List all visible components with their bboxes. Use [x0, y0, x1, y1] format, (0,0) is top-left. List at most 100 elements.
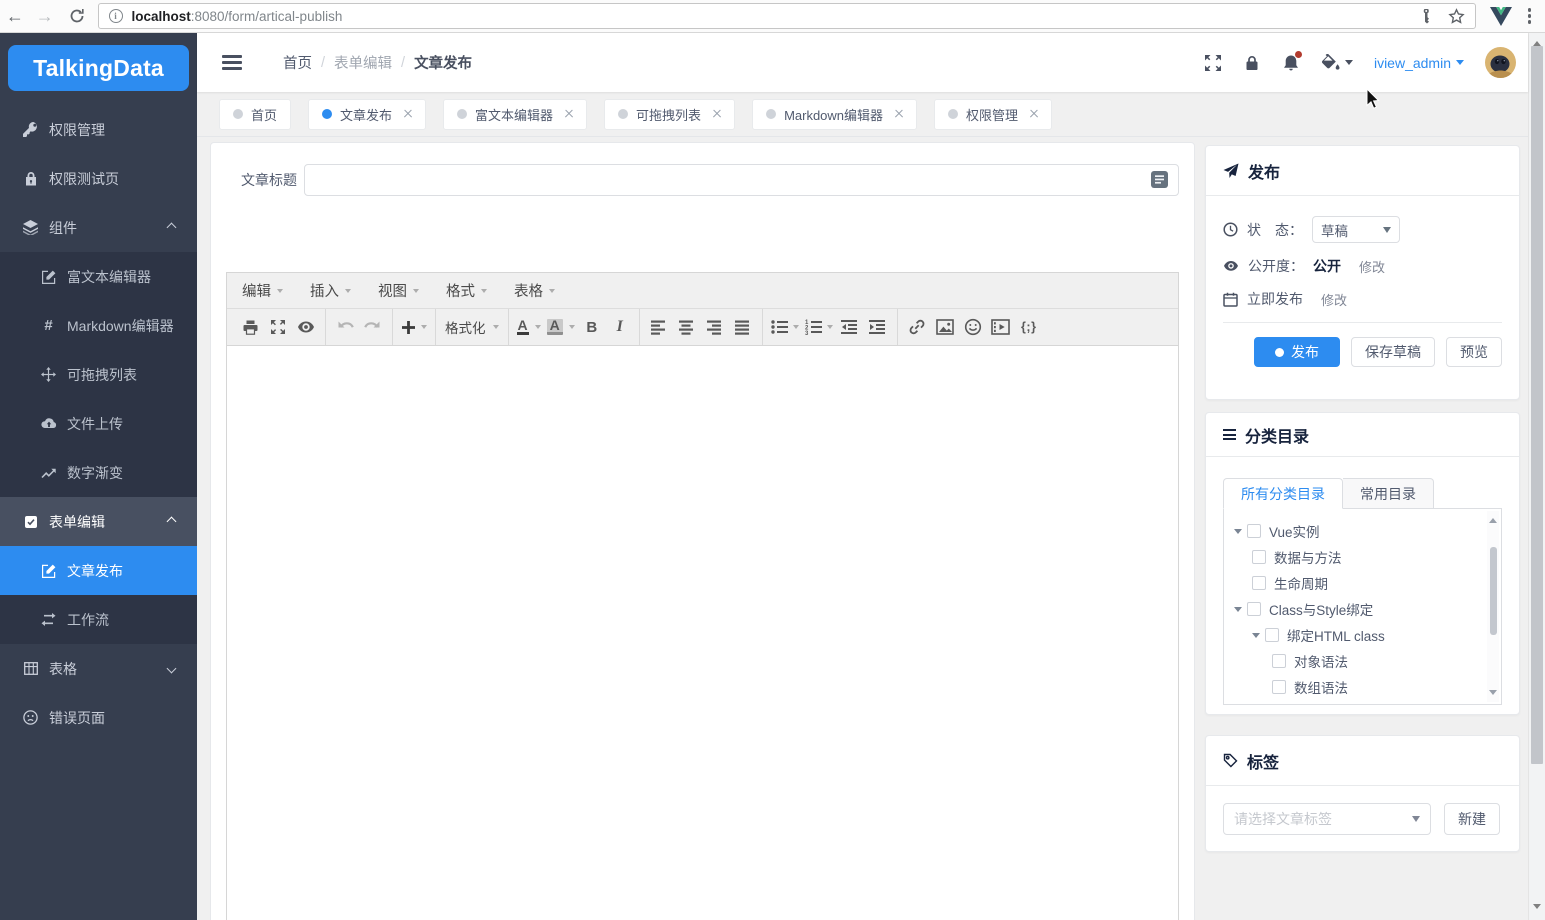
fullscreen-icon[interactable] [264, 314, 292, 341]
tab-rich-text-editor[interactable]: 富文本编辑器 [443, 98, 588, 130]
tree-checkbox[interactable] [1247, 602, 1261, 616]
editor-menu-insert[interactable]: 插入 [310, 280, 351, 301]
sidebar-item-number-gradient[interactable]: 数字渐变 [0, 448, 197, 497]
tree-checkbox[interactable] [1252, 550, 1266, 564]
user-menu[interactable]: iview_admin [1374, 55, 1464, 71]
print-icon[interactable] [236, 314, 264, 341]
editor-menu-edit[interactable]: 编辑 [242, 280, 283, 301]
tree-checkbox[interactable] [1272, 680, 1286, 694]
vue-devtools-icon[interactable] [1489, 6, 1512, 26]
sidebar-item-article-publish[interactable]: 文章发布 [0, 546, 197, 595]
tab-close-icon[interactable] [894, 110, 903, 119]
breadcrumb-home[interactable]: 首页 [283, 52, 312, 73]
outdent-icon[interactable] [836, 314, 864, 341]
tree-node-data-methods[interactable]: 数据与方法 [1234, 544, 1487, 570]
status-select[interactable]: 草稿 [1312, 216, 1400, 243]
browser-reload-icon[interactable] [60, 8, 94, 24]
password-key-icon[interactable] [1418, 8, 1434, 24]
image-icon[interactable] [931, 314, 959, 341]
tree-node-object-syntax[interactable]: 对象语法 [1234, 648, 1487, 674]
schedule-modify-link[interactable]: 修改 [1321, 290, 1347, 309]
avatar[interactable] [1485, 47, 1516, 78]
undo-icon[interactable] [331, 314, 359, 341]
scroll-down-icon[interactable] [1533, 904, 1541, 913]
app-logo[interactable]: TalkingData [8, 45, 189, 91]
numbered-list-icon[interactable]: 123 [802, 314, 836, 341]
new-tag-button[interactable]: 新建 [1444, 803, 1500, 835]
tree-expand-icon[interactable] [1252, 632, 1265, 638]
lock-icon[interactable] [1243, 54, 1261, 72]
tab-draggable-list[interactable]: 可拖拽列表 [604, 98, 736, 130]
sidebar-item-permission-test-page[interactable]: 权限测试页 [0, 154, 197, 203]
editor-content[interactable] [227, 346, 1178, 920]
page-scrollbar[interactable] [1528, 33, 1545, 920]
scroll-down-icon[interactable] [1489, 690, 1497, 699]
indent-icon[interactable] [864, 314, 892, 341]
sidebar-item-form-edit[interactable]: 表单编辑 [0, 497, 197, 546]
media-icon[interactable] [987, 314, 1015, 341]
tree-scrollbar[interactable] [1487, 511, 1499, 702]
tab-common-categories[interactable]: 常用目录 [1343, 478, 1434, 509]
align-left-icon[interactable] [645, 314, 673, 341]
preview-eye-icon[interactable] [292, 314, 320, 341]
tree-node-class-style-binding[interactable]: Class与Style绑定 [1234, 596, 1487, 622]
sidebar-item-error-pages[interactable]: 错误页面 [0, 693, 197, 742]
tab-permission-management[interactable]: 权限管理 [934, 98, 1053, 130]
visibility-modify-link[interactable]: 修改 [1359, 257, 1385, 276]
sidebar-item-file-upload[interactable]: 文件上传 [0, 399, 197, 448]
save-draft-button[interactable]: 保存草稿 [1351, 337, 1435, 367]
bold-icon[interactable]: B [578, 314, 606, 341]
tree-checkbox[interactable] [1265, 628, 1279, 642]
breadcrumb-form-edit[interactable]: 表单编辑 [334, 52, 392, 73]
formats-dropdown[interactable]: 格式化 [441, 314, 503, 341]
sidebar-item-workflow[interactable]: 工作流 [0, 595, 197, 644]
browser-forward-icon[interactable]: → [30, 6, 60, 27]
insert-plus-icon[interactable] [398, 314, 430, 341]
tree-node-bind-html-class[interactable]: 绑定HTML class [1234, 622, 1487, 648]
tab-close-icon[interactable] [403, 110, 412, 119]
bookmark-star-icon[interactable] [1447, 7, 1465, 25]
align-center-icon[interactable] [673, 314, 701, 341]
sidebar-toggle-icon[interactable] [222, 55, 242, 70]
scroll-up-icon[interactable] [1489, 514, 1497, 523]
browser-menu-icon[interactable] [1527, 8, 1531, 24]
redo-icon[interactable] [359, 314, 387, 341]
preview-button[interactable]: 预览 [1446, 337, 1502, 367]
tab-close-icon[interactable] [1029, 110, 1038, 119]
tree-checkbox[interactable] [1252, 576, 1266, 590]
scroll-thumb[interactable] [1489, 547, 1497, 635]
code-icon[interactable]: {;} [1015, 314, 1043, 341]
tree-checkbox[interactable] [1272, 654, 1286, 668]
address-bar[interactable]: i localhost:8080/form/artical-publish [97, 3, 1476, 29]
align-justify-icon[interactable] [729, 314, 757, 341]
tab-markdown-editor[interactable]: Markdown编辑器 [752, 98, 918, 130]
editor-menu-table[interactable]: 表格 [514, 280, 555, 301]
tree-node-vue-instance[interactable]: Vue实例 [1234, 518, 1487, 544]
editor-menu-format[interactable]: 格式 [446, 280, 487, 301]
article-title-input[interactable] [304, 164, 1179, 196]
title-input-edit-icon[interactable] [1151, 171, 1168, 188]
publish-button[interactable]: 发布 [1254, 337, 1340, 367]
page-info-icon[interactable]: i [108, 9, 123, 23]
tab-home[interactable]: 首页 [219, 98, 292, 130]
notification-bell-icon[interactable] [1282, 50, 1302, 72]
tree-expand-icon[interactable] [1234, 528, 1247, 534]
browser-back-icon[interactable]: ← [0, 6, 30, 27]
tab-article-publish[interactable]: 文章发布 [308, 98, 427, 130]
editor-menu-view[interactable]: 视图 [378, 280, 419, 301]
bullet-list-icon[interactable] [768, 314, 802, 341]
tab-close-icon[interactable] [564, 110, 573, 119]
scroll-thumb[interactable] [1531, 46, 1543, 764]
tree-node-lifecycle[interactable]: 生命周期 [1234, 570, 1487, 596]
italic-icon[interactable]: I [606, 314, 634, 341]
tree-node-array-syntax[interactable]: 数组语法 [1234, 674, 1487, 700]
sidebar-item-draggable-list[interactable]: 可拖拽列表 [0, 350, 197, 399]
sidebar-item-components[interactable]: 组件 [0, 203, 197, 252]
tab-all-categories[interactable]: 所有分类目录 [1223, 478, 1343, 509]
emoji-icon[interactable] [959, 314, 987, 341]
sidebar-item-rich-text-editor[interactable]: 富文本编辑器 [0, 252, 197, 301]
tag-select[interactable]: 请选择文章标签 [1223, 803, 1431, 835]
scroll-up-icon[interactable] [1533, 37, 1541, 46]
tree-expand-icon[interactable] [1234, 606, 1247, 612]
text-color-icon[interactable]: A [514, 314, 544, 341]
